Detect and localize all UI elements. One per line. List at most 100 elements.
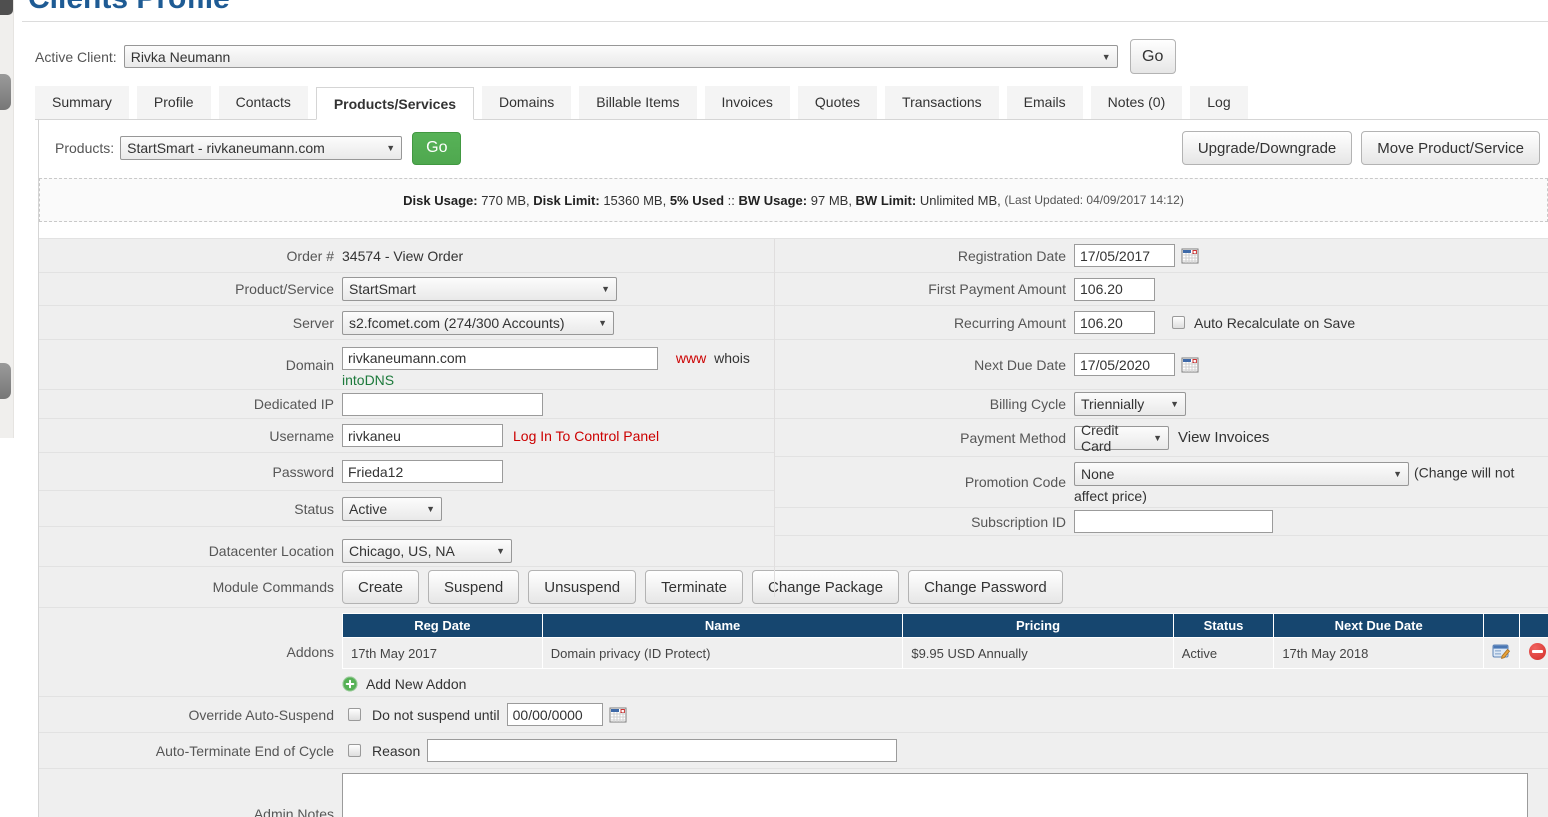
form-left-column: Order # 34574 - View Order Product/Servi… [39,239,774,536]
calendar-icon[interactable] [609,706,627,723]
chevron-down-icon: ▼ [1101,51,1111,62]
subscription-id-input[interactable] [1074,510,1273,533]
auto-terminate-checkbox[interactable] [348,744,361,757]
active-client-row: Active Client: Rivka Neumann ▼ Go [35,39,1548,74]
product-service-select[interactable]: StartSmart ▼ [342,277,617,301]
tab-quotes[interactable]: Quotes [797,86,878,119]
server-select[interactable]: s2.fcomet.com (274/300 Accounts) ▼ [342,310,614,335]
auto-recalculate-checkbox[interactable] [1172,316,1185,329]
auto-terminate-reason-input[interactable] [427,739,898,762]
domain-label: Domain [285,356,334,373]
whois-link[interactable]: whois [714,350,750,366]
promotion-code-value: None [1081,465,1115,482]
override-auto-suspend-label: Override Auto-Suspend [188,706,334,723]
addons-header-next-due-date: Next Due Date [1274,614,1483,637]
chevron-down-icon: ▼ [386,143,396,153]
admin-notes-textarea[interactable] [342,773,1528,817]
module-unsuspend-button[interactable]: Unsuspend [528,570,637,604]
percent-used: 5% Used [669,192,725,208]
left-edge-artifact [0,0,13,15]
password-input[interactable] [342,460,503,483]
module-suspend-button[interactable]: Suspend [428,570,520,604]
calendar-icon[interactable] [1181,356,1199,373]
next-due-date-label: Next Due Date [974,356,1066,373]
chevron-down-icon: ▼ [496,546,505,556]
module-change-password-button[interactable]: Change Password [908,570,1063,604]
service-details-form: Order # 34574 - View Order Product/Servi… [39,238,1548,817]
delete-addon-icon[interactable] [1529,643,1547,660]
datacenter-location-select[interactable]: Chicago, US, NA ▼ [342,539,512,563]
bw-limit-label: BW Limit: [855,192,917,208]
payment-method-row: Payment Method Credit Card ▼ View Invoic… [774,419,1548,457]
active-client-value: Rivka Neumann [130,48,231,65]
admin-notes-label: Admin Notes [253,806,334,817]
chevron-down-icon: ▼ [1393,468,1402,479]
tab-summary[interactable]: Summary [35,86,129,119]
products-select[interactable]: StartSmart - rivkaneumann.com ▼ [120,136,403,160]
do-not-suspend-date-input[interactable] [506,703,603,726]
module-commands-label: Module Commands [212,579,334,595]
usage-separator: :: [724,192,739,208]
addon-next-due-date: 17th May 2018 [1274,638,1483,668]
left-edge-strip [0,0,14,438]
username-input[interactable] [342,424,503,447]
tab-contacts[interactable]: Contacts [218,86,308,119]
disk-limit-value: 15360 MB, [599,192,670,208]
tab-invoices[interactable]: Invoices [704,86,790,119]
addons-table: Reg Date Name Pricing Status Next Due Da… [342,613,1548,669]
billing-cycle-select[interactable]: Triennially ▼ [1074,392,1186,416]
bw-usage-value: 97 MB, [807,192,856,208]
tab-domains[interactable]: Domains [482,86,572,119]
module-terminate-button[interactable]: Terminate [645,570,743,604]
module-commands-row: Module Commands Create Suspend Unsuspend… [39,567,1548,608]
datacenter-location-label: Datacenter Location [208,543,334,559]
tab-emails[interactable]: Emails [1006,86,1083,119]
edit-addon-icon[interactable] [1492,643,1511,660]
products-go-button[interactable]: Go [412,131,462,165]
title-divider [22,21,1548,22]
product-service-label: Product/Service [235,281,334,297]
upgrade-downgrade-button[interactable]: Upgrade/Downgrade [1181,131,1353,165]
tab-profile[interactable]: Profile [136,86,211,119]
password-row: Password [39,453,774,491]
view-order-link[interactable]: View Order [393,248,463,264]
view-invoices-link[interactable]: View Invoices [1178,429,1269,446]
recurring-amount-input[interactable] [1074,311,1155,334]
server-value: s2.fcomet.com (274/300 Accounts) [349,314,565,331]
first-payment-amount-input[interactable] [1074,277,1155,301]
add-new-addon-button[interactable]: Add New Addon [342,676,1548,692]
domain-input[interactable] [342,346,658,370]
next-due-date-row: Next Due Date [774,340,1548,390]
tab-transactions[interactable]: Transactions [885,86,999,119]
calendar-icon[interactable] [1181,247,1199,264]
status-select[interactable]: Active ▼ [342,496,442,521]
addons-header-status: Status [1173,614,1274,637]
registration-date-input[interactable] [1074,244,1175,267]
recurring-amount-row: Recurring Amount Auto Recalculate on Sav… [774,306,1548,340]
disk-usage-value: 770 MB, [477,192,534,208]
override-auto-suspend-checkbox[interactable] [348,708,361,721]
left-edge-artifact [0,363,11,399]
tab-products-services[interactable]: Products/Services [315,87,475,120]
tab-log[interactable]: Log [1190,86,1248,119]
payment-method-select[interactable]: Credit Card ▼ [1074,422,1169,454]
usage-summary: Disk Usage: 770 MB, Disk Limit: 15360 MB… [39,178,1548,222]
left-edge-artifact [0,74,11,110]
promotion-code-select[interactable]: None ▼ [1074,462,1409,486]
login-control-panel-link[interactable]: Log In To Control Panel [513,428,659,444]
tab-notes[interactable]: Notes (0) [1090,86,1183,119]
addons-header-reg-date: Reg Date [343,614,542,637]
reason-label: Reason [372,742,421,759]
addon-name: Domain privacy (ID Protect) [542,638,903,668]
registration-date-row: Registration Date [774,239,1548,273]
module-create-button[interactable]: Create [342,570,420,604]
dedicated-ip-input[interactable] [342,392,543,416]
next-due-date-input[interactable] [1074,353,1175,376]
move-product-service-button[interactable]: Move Product/Service [1361,131,1540,165]
product-service-row: Product/Service StartSmart ▼ [39,273,774,306]
intodns-link[interactable]: intoDNS [342,372,394,388]
active-client-go-button[interactable]: Go [1129,39,1176,74]
tab-billable-items[interactable]: Billable Items [579,86,697,119]
www-link[interactable]: www [676,350,706,366]
active-client-select[interactable]: Rivka Neumann ▼ [123,45,1118,68]
